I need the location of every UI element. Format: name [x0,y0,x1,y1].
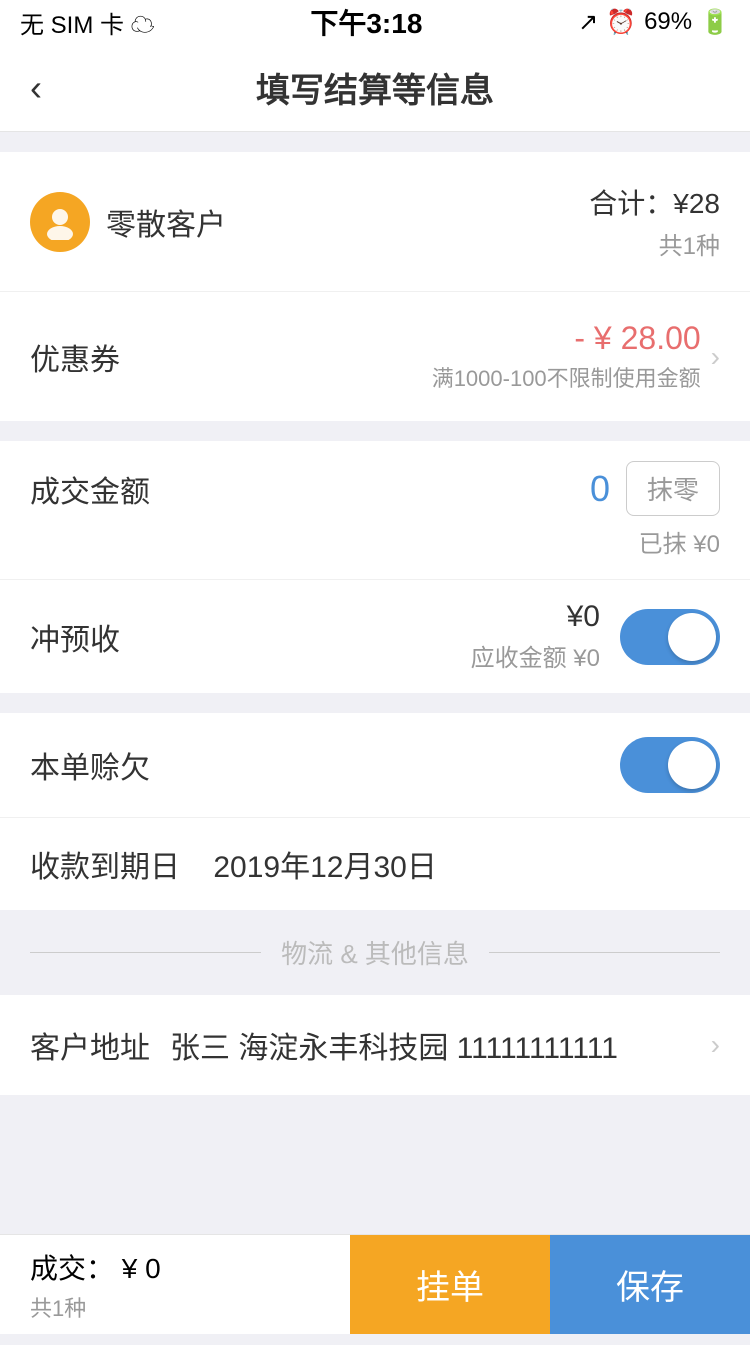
coupon-info: - ¥ 28.00 满1000-100不限制使用金额 [432,320,701,393]
coupon-amount: - ¥ 28.00 [432,320,701,357]
address-value: 张三 海淀永丰科技园 11111111111 [170,1023,711,1067]
debt-section: 本单赊欠 收款到期日 2019年12月30日 [0,713,750,910]
due-date-label: 收款到期日 [30,851,180,884]
debt-toggle[interactable] [620,737,720,793]
due-date-row: 收款到期日 2019年12月30日 [0,817,750,910]
section-divider-3 [0,693,750,713]
coupon-desc: 满1000-100不限制使用金额 [432,361,701,393]
address-chevron-icon: › [711,1029,720,1061]
alarm-icon: ⏰ [606,8,636,37]
coupon-label: 优惠券 [30,335,120,379]
transaction-sub: 已抹 ¥0 [30,524,720,559]
transaction-value: 0 [590,468,610,510]
transaction-section: 成交金额 0 抹零 已抹 ¥0 冲预收 ¥0 应收金额 ¥0 [0,441,750,693]
no-sim-text: 无 SIM 卡 ☁ [20,5,155,40]
advance-right: ¥0 应收金额 ¥0 [471,600,720,673]
customer-section: 零散客户 合计：¥28 共1种 优惠券 - ¥ 28.00 满1000-100不… [0,152,750,421]
due-date-value: 2019年12月30日 [213,851,436,884]
customer-total: 合计：¥28 [589,182,720,222]
bottom-deal-row: 成交： ¥ 0 [30,1247,320,1287]
page-title: 填写结算等信息 [256,63,494,112]
transaction-label: 成交金额 [30,467,150,511]
logistics-line-right [489,952,720,953]
debt-label: 本单赊欠 [30,743,150,787]
bottom-deal-label: 成交： [30,1253,114,1284]
location-icon: ↗ [578,8,598,37]
bottom-deal-amount: ¥ 0 [122,1253,161,1284]
bottom-info: 成交： ¥ 0 共1种 [0,1235,350,1334]
customer-row: 零散客户 合计：¥28 共1种 [0,152,750,291]
bottom-count: 共1种 [30,1291,320,1323]
back-button[interactable]: ‹ [30,67,42,109]
logistics-divider: 物流 & 其他信息 [0,910,750,995]
advance-amount: ¥0 [471,600,600,634]
status-left: 无 SIM 卡 ☁ [20,5,155,40]
transaction-right: 0 抹零 [590,461,720,516]
debt-toggle-knob [668,741,716,789]
section-divider-1 [0,132,750,152]
bottom-bar: 成交： ¥ 0 共1种 挂单 保存 [0,1234,750,1334]
customer-avatar [30,192,90,252]
round-zero-button[interactable]: 抹零 [626,461,720,516]
section-divider-2 [0,421,750,441]
avatar-icon [42,204,78,240]
transaction-row: 成交金额 0 抹零 [30,461,720,516]
status-right: ↗ ⏰ 69% 🔋 [578,8,730,37]
advance-toggle[interactable] [620,609,720,665]
customer-count: 共1种 [589,226,720,261]
logistics-label: 物流 & 其他信息 [281,934,469,971]
transaction-inner: 成交金额 0 抹零 已抹 ¥0 [0,441,750,579]
chevron-right-icon: › [711,341,720,373]
status-bar: 无 SIM 卡 ☁ 下午3:18 ↗ ⏰ 69% 🔋 [0,0,750,44]
nav-bar: ‹ 填写结算等信息 [0,44,750,132]
toggle-knob [668,613,716,661]
save-button[interactable]: 保存 [550,1235,750,1334]
advance-label: 冲预收 [30,615,120,659]
due-date-text: 收款到期日 2019年12月30日 [30,851,437,884]
debt-row: 本单赊欠 [0,713,750,817]
pending-button[interactable]: 挂单 [350,1235,550,1334]
status-time: 下午3:18 [310,2,422,42]
logistics-line-left [30,952,261,953]
battery-text: 69% [644,8,692,36]
address-section: 客户地址 张三 海淀永丰科技园 11111111111 › [0,995,750,1095]
advance-info: ¥0 应收金额 ¥0 [471,600,600,673]
address-row[interactable]: 客户地址 张三 海淀永丰科技园 11111111111 › [0,995,750,1095]
advance-row: 冲预收 ¥0 应收金额 ¥0 [0,579,750,693]
coupon-right: - ¥ 28.00 满1000-100不限制使用金额 › [432,320,720,393]
advance-sub: 应收金额 ¥0 [471,638,600,673]
battery-icon: 🔋 [700,8,730,37]
customer-left: 零散客户 [30,192,226,252]
coupon-row[interactable]: 优惠券 - ¥ 28.00 满1000-100不限制使用金额 › [0,291,750,421]
customer-info-right: 合计：¥28 共1种 [589,182,720,261]
customer-name: 零散客户 [106,200,226,244]
address-label: 客户地址 [30,1023,150,1067]
